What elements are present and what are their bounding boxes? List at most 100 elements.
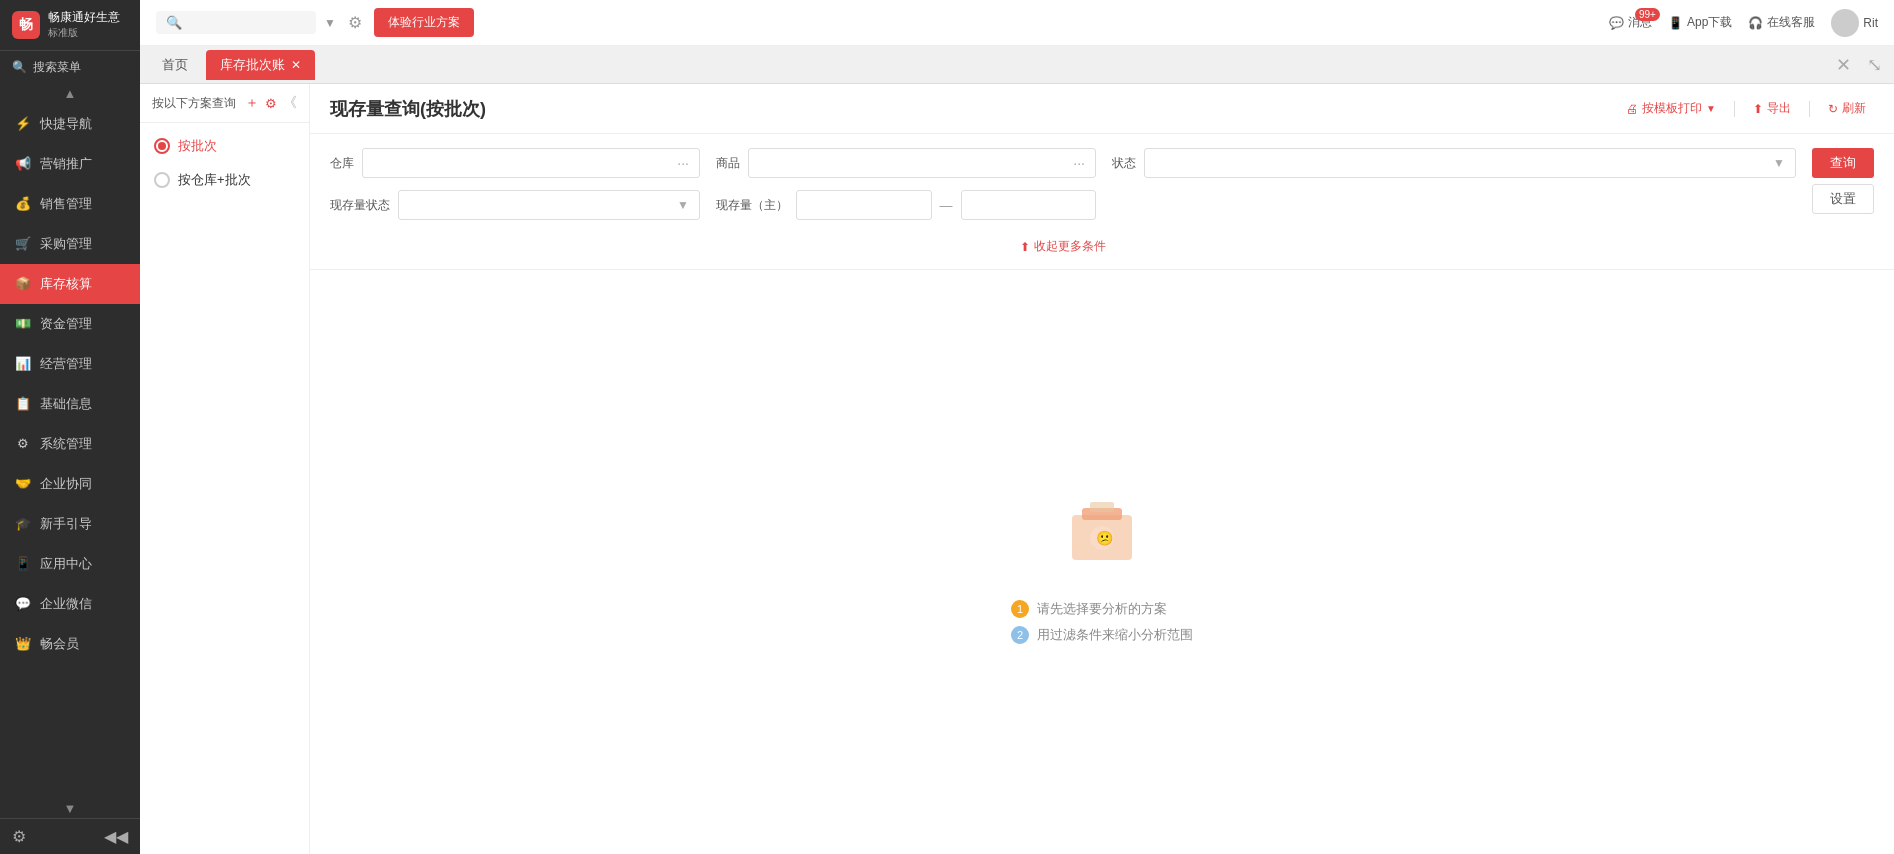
member-icon: 👑 <box>14 635 32 653</box>
print-btn[interactable]: 🖨 按模板打印 ▼ <box>1618 96 1724 121</box>
sidebar-item-inventory[interactable]: 📦 库存核算 <box>0 264 140 304</box>
inventory-icon: 📦 <box>14 275 32 293</box>
settings-icon[interactable]: ⚙ <box>12 827 26 846</box>
expand-icon[interactable]: ⤡ <box>1863 54 1886 76</box>
sidebar-scroll-up[interactable]: ▲ <box>0 84 140 104</box>
tab-inventory-batch[interactable]: 库存批次账 ✕ <box>206 50 315 80</box>
sidebar-item-finance[interactable]: 💵 资金管理 <box>0 304 140 344</box>
close-panel-btn[interactable]: ✕ <box>1828 54 1859 76</box>
left-panel: 按以下方案查询 ＋ ⚙ 《 按批次 <box>140 84 310 854</box>
sidebar-item-enterprise[interactable]: 🤝 企业协同 <box>0 464 140 504</box>
gear-scheme-icon[interactable]: ⚙ <box>265 96 277 111</box>
sidebar-item-marketing[interactable]: 📢 营销推广 <box>0 144 140 184</box>
basics-icon: 📋 <box>14 395 32 413</box>
empty-icon: 😕 <box>1052 480 1152 580</box>
topbar-gear-icon[interactable]: ⚙ <box>344 9 366 36</box>
collapse-label: 收起更多条件 <box>1034 238 1106 255</box>
export-btn[interactable]: ⬆ 导出 <box>1745 96 1799 121</box>
sidebar-item-label: 企业协同 <box>40 475 92 493</box>
page-title: 现存量查询(按批次) <box>330 97 486 121</box>
sidebar-item-wechat[interactable]: 💬 企业微信 <box>0 584 140 624</box>
warehouse-label: 仓库 <box>330 155 354 172</box>
sidebar-item-label: 营销推广 <box>40 155 92 173</box>
topbar-search-icon: 🔍 <box>166 15 182 30</box>
app-download-icon: 📱 <box>1668 16 1683 30</box>
tab-bar: 首页 库存批次账 ✕ ✕ ⤡ <box>140 46 1894 84</box>
print-dropdown-icon[interactable]: ▼ <box>1706 103 1716 114</box>
warehouse-more-icon[interactable]: ··· <box>677 155 689 171</box>
scheme-list: 按批次 按仓库+批次 <box>140 123 309 203</box>
sidebar-item-newbie[interactable]: 🎓 新手引导 <box>0 504 140 544</box>
notification-btn[interactable]: 💬 消息 99+ <box>1609 14 1652 31</box>
collapse-panel-icon[interactable]: 《 <box>283 94 297 112</box>
tip-num-2: 2 <box>1011 626 1029 644</box>
scheme-item-batch[interactable]: 按批次 <box>140 129 309 163</box>
sidebar-item-app-center[interactable]: 📱 应用中心 <box>0 544 140 584</box>
svg-text:😕: 😕 <box>1096 530 1114 547</box>
sidebar-item-basics[interactable]: 📋 基础信息 <box>0 384 140 424</box>
topbar-search-box[interactable]: 🔍 <box>156 11 316 34</box>
filter-section: 仓库 ··· 商品 <box>330 148 1874 255</box>
print-icon: 🖨 <box>1626 102 1638 116</box>
page-header-actions: 🖨 按模板打印 ▼ ⬆ 导出 ↻ 刷新 <box>1618 96 1874 121</box>
goods-input[interactable]: ··· <box>748 148 1096 178</box>
tip-text-1: 请先选择要分析的方案 <box>1037 600 1167 618</box>
scheme-item-label: 按批次 <box>178 137 217 155</box>
sidebar-search-label: 搜索菜单 <box>33 59 81 76</box>
sidebar-item-sales[interactable]: 💰 销售管理 <box>0 184 140 224</box>
table-area: 😕 1 请先选择要分析的方案 2 用过滤条件来缩小分析范围 <box>310 270 1894 854</box>
inventory-status-select[interactable]: ▼ <box>398 190 700 220</box>
topbar-search-input[interactable] <box>188 16 288 30</box>
user-menu[interactable]: Rit <box>1831 9 1878 37</box>
tab-close-icon[interactable]: ✕ <box>291 58 301 72</box>
warehouse-input[interactable]: ··· <box>362 148 700 178</box>
sidebar-item-quick-nav[interactable]: ⚡ 快捷导航 <box>0 104 140 144</box>
app-logo: 畅 <box>12 11 40 39</box>
collapse-sidebar-icon[interactable]: ◀◀ <box>104 827 128 846</box>
newbie-icon: 🎓 <box>14 515 32 533</box>
filter-col-1: 仓库 ··· 商品 <box>330 148 1796 255</box>
query-btn[interactable]: 查询 <box>1812 148 1874 178</box>
add-scheme-icon[interactable]: ＋ <box>245 94 259 112</box>
app-title-block: 畅康通好生意 标准版 <box>48 10 120 40</box>
header-sep-1 <box>1734 101 1735 117</box>
sidebar-item-label: 销售管理 <box>40 195 92 213</box>
inventory-qty-to[interactable] <box>961 190 1097 220</box>
left-panel-header: 按以下方案查询 ＋ ⚙ 《 <box>140 84 309 123</box>
app-download-btn[interactable]: 📱 App下载 <box>1668 14 1732 31</box>
experience-btn[interactable]: 体验行业方案 <box>374 8 474 37</box>
sidebar-item-label: 资金管理 <box>40 315 92 333</box>
online-service-btn[interactable]: 🎧 在线客服 <box>1748 14 1815 31</box>
sidebar-search[interactable]: 🔍 搜索菜单 <box>0 51 140 84</box>
sidebar-item-label: 基础信息 <box>40 395 92 413</box>
sidebar-scroll-down[interactable]: ▼ <box>0 798 140 818</box>
avatar <box>1831 9 1859 37</box>
filter-group-inventory-qty: 现存量（主） — <box>716 190 1096 220</box>
topbar-dropdown-arrow[interactable]: ▼ <box>324 16 336 30</box>
filter-collapse-row: ⬆ 收起更多条件 <box>330 232 1796 255</box>
sales-icon: 💰 <box>14 195 32 213</box>
refresh-btn[interactable]: ↻ 刷新 <box>1820 96 1874 121</box>
app-download-label: App下载 <box>1687 14 1732 31</box>
page-header: 现存量查询(按批次) 🖨 按模板打印 ▼ ⬆ 导出 <box>310 84 1894 134</box>
scheme-dot-empty <box>154 172 170 188</box>
goods-more-icon[interactable]: ··· <box>1073 155 1085 171</box>
sidebar-item-member[interactable]: 👑 畅会员 <box>0 624 140 664</box>
settings-btn[interactable]: 设置 <box>1812 184 1874 214</box>
main-area: 🔍 ▼ ⚙ 体验行业方案 💬 消息 99+ 📱 App下载 🎧 <box>140 0 1894 854</box>
scheme-item-warehouse-batch[interactable]: 按仓库+批次 <box>140 163 309 197</box>
print-label: 按模板打印 <box>1642 100 1702 117</box>
tab-home[interactable]: 首页 <box>148 50 202 80</box>
empty-tips: 1 请先选择要分析的方案 2 用过滤条件来缩小分析范围 <box>1011 600 1193 644</box>
inventory-qty-from[interactable] <box>796 190 932 220</box>
sidebar-item-label: 应用中心 <box>40 555 92 573</box>
filter-area: 仓库 ··· 商品 <box>310 134 1894 270</box>
sidebar-item-purchase[interactable]: 🛒 采购管理 <box>0 224 140 264</box>
sidebar-item-label: 库存核算 <box>40 275 92 293</box>
sidebar-header: 畅 畅康通好生意 标准版 <box>0 0 140 51</box>
sidebar-item-system[interactable]: ⚙ 系统管理 <box>0 424 140 464</box>
inventory-status-label: 现存量状态 <box>330 197 390 214</box>
status-select[interactable]: ▼ <box>1144 148 1796 178</box>
collapse-btn[interactable]: ⬆ 收起更多条件 <box>1020 238 1106 255</box>
sidebar-item-operations[interactable]: 📊 经营管理 <box>0 344 140 384</box>
